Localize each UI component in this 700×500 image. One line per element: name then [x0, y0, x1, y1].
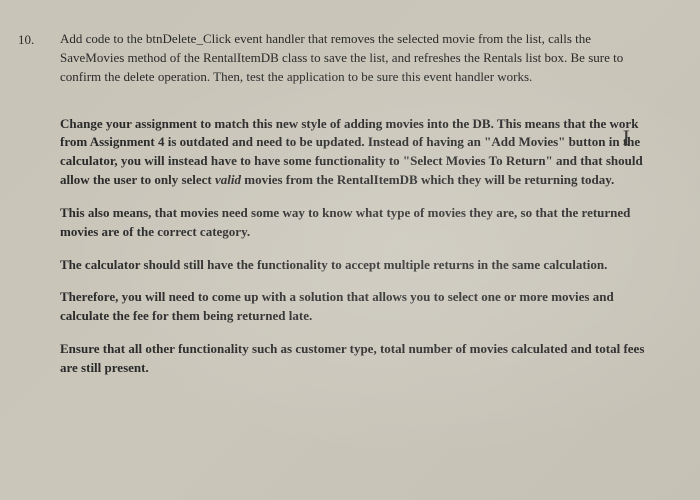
item-number: 10.: [18, 32, 34, 48]
paragraph-instruction: Add code to the btnDelete_Click event ha…: [40, 30, 650, 87]
text-segment: movies from the RentalItemDB which they …: [241, 172, 614, 187]
paragraph-change-assignment: Change your assignment to match this new…: [40, 115, 650, 190]
paragraph-ensure-functionality: Ensure that all other functionality such…: [40, 340, 650, 378]
paragraph-multiple-returns: The calculator should still have the fun…: [40, 256, 650, 275]
paragraph-movie-type: This also means, that movies need some w…: [40, 204, 650, 242]
paragraph-solution: Therefore, you will need to come up with…: [40, 288, 650, 326]
text-italic-valid: valid: [215, 172, 241, 187]
text-cursor-icon: I: [623, 125, 630, 151]
